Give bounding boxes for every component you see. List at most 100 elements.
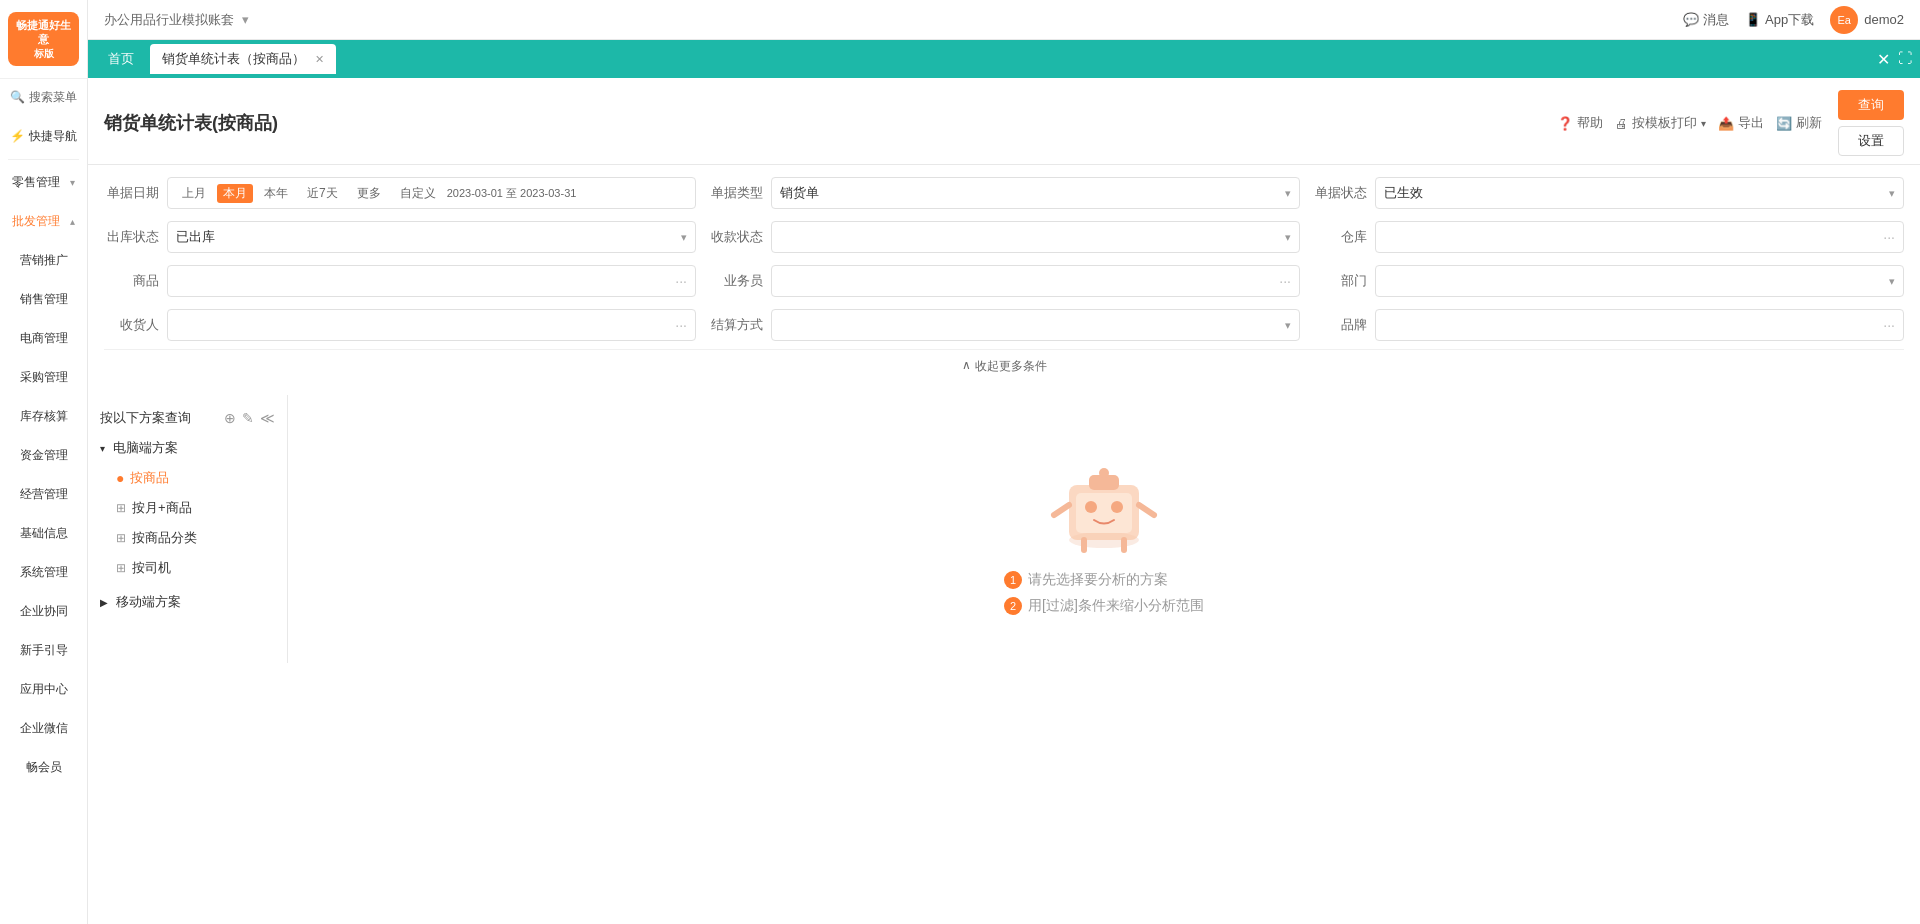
- tab-sales-stats[interactable]: 销货单统计表（按商品） ✕: [150, 44, 336, 74]
- table-icon: ⊞: [116, 561, 126, 575]
- sidebar-item-enterprise[interactable]: 企业协同: [4, 593, 83, 630]
- logo-text: 畅捷通好生意 标版: [8, 12, 79, 66]
- warehouse-control[interactable]: ···: [1375, 221, 1904, 253]
- settings-button[interactable]: 设置: [1838, 126, 1904, 156]
- sidebar-item-ecommerce[interactable]: 电商管理: [4, 320, 83, 357]
- last7days-btn[interactable]: 近7天: [299, 183, 346, 204]
- radio-selected-icon: ●: [116, 470, 124, 486]
- sidebar-item-purchase[interactable]: 采购管理: [4, 359, 83, 396]
- sidebar-logo: 畅捷通好生意 标版: [0, 0, 87, 79]
- sidebar-quick-nav[interactable]: ⚡ 快捷导航: [4, 118, 83, 155]
- tip-num-1: 1: [1004, 571, 1022, 589]
- chevron-down-icon: ▾: [100, 443, 105, 454]
- left-panel-header: 按以下方案查询 ⊕ ✎ ≪: [88, 403, 287, 433]
- last-month-btn[interactable]: 上月: [174, 183, 214, 204]
- bill-status-control[interactable]: 已生效 ▾: [1375, 177, 1904, 209]
- more-btn[interactable]: 更多: [349, 183, 389, 204]
- filter-receiver: 收货人 ···: [104, 309, 696, 341]
- dots-icon[interactable]: ···: [675, 317, 687, 333]
- chevron-down-icon: ▾: [681, 231, 687, 244]
- dots-icon[interactable]: ···: [1883, 317, 1895, 333]
- receiver-control[interactable]: ···: [167, 309, 696, 341]
- filter-warehouse: 仓库 ···: [1312, 221, 1904, 253]
- brand-control[interactable]: ···: [1375, 309, 1904, 341]
- right-actions: 查询 设置: [1838, 90, 1904, 156]
- collapse-panel-btn[interactable]: ≪: [260, 410, 275, 426]
- help-icon: ❓: [1557, 116, 1573, 131]
- product-label: 商品: [104, 272, 159, 290]
- receiver-label: 收货人: [104, 316, 159, 334]
- bill-type-control[interactable]: 销货单 ▾: [771, 177, 1300, 209]
- query-button[interactable]: 查询: [1838, 90, 1904, 120]
- sidebar-item-finance[interactable]: 资金管理: [4, 437, 83, 474]
- app-download-btn[interactable]: 📱 App下载: [1745, 11, 1814, 29]
- tree-item-by-printer[interactable]: ⊞ 按司机: [88, 553, 287, 583]
- sidebar-item-marketing[interactable]: 营销推广: [4, 242, 83, 279]
- dropdown-icon[interactable]: ▾: [242, 12, 249, 27]
- this-year-btn[interactable]: 本年: [256, 183, 296, 204]
- empty-tip-2: 2 用[过滤]条件来缩小分析范围: [1004, 597, 1204, 615]
- help-btn[interactable]: ❓ 帮助: [1557, 114, 1603, 132]
- print-btn[interactable]: 🖨 按模板打印 ▾: [1615, 114, 1706, 132]
- date-control[interactable]: 上月 本月 本年 近7天 更多 自定义 2023-03-01 至 2023-03…: [167, 177, 696, 209]
- refresh-btn[interactable]: 🔄 刷新: [1776, 114, 1822, 132]
- table-icon: ⊞: [116, 501, 126, 515]
- tab-home[interactable]: 首页: [96, 44, 146, 74]
- sidebar-item-operation[interactable]: 经营管理: [4, 476, 83, 513]
- tree-item-by-category[interactable]: ⊞ 按商品分类: [88, 523, 287, 553]
- svg-line-7: [1054, 505, 1069, 515]
- warehouse-status-control[interactable]: 已出库 ▾: [167, 221, 696, 253]
- sidebar-item-sales[interactable]: 销售管理: [4, 281, 83, 318]
- dots-icon[interactable]: ···: [1883, 229, 1895, 245]
- message-btn[interactable]: 💬 消息: [1683, 11, 1729, 29]
- sidebar-item-basic[interactable]: 基础信息: [4, 515, 83, 552]
- user-profile-btn[interactable]: Ea demo2: [1830, 6, 1904, 34]
- this-month-btn[interactable]: 本月: [217, 184, 253, 203]
- collapse-bar[interactable]: ∧ 收起更多条件: [104, 349, 1904, 383]
- close-window-icon[interactable]: ✕: [1877, 50, 1890, 69]
- edit-scheme-btn[interactable]: ✎: [242, 410, 254, 426]
- sidebar: 畅捷通好生意 标版 🔍 搜索菜单 ⚡ 快捷导航 零售管理 ▾ 批发管理 ▴ 营销…: [0, 0, 88, 924]
- empty-tip-1: 1 请先选择要分析的方案: [1004, 571, 1204, 589]
- export-btn[interactable]: 📤 导出: [1718, 114, 1764, 132]
- filter-department: 部门 ▾: [1312, 265, 1904, 297]
- grid-icon: ⚡: [10, 129, 25, 143]
- chevron-up-icon: ∧: [962, 358, 971, 375]
- chevron-down-icon: ▾: [1285, 187, 1291, 200]
- sidebar-item-member[interactable]: 畅会员: [4, 749, 83, 786]
- sidebar-item-inventory[interactable]: 库存核算: [4, 398, 83, 435]
- sidebar-item-wholesale[interactable]: 批发管理 ▴: [4, 203, 83, 240]
- filter-receipt-status: 收款状态 ▾: [708, 221, 1300, 253]
- content-area: 按以下方案查询 ⊕ ✎ ≪ ▾ 电脑端方案 ● 按商品: [88, 395, 1920, 663]
- custom-btn[interactable]: 自定义: [392, 183, 444, 204]
- dots-icon[interactable]: ···: [1279, 273, 1291, 289]
- tab-close-icon[interactable]: ✕: [315, 53, 324, 66]
- receipt-status-control[interactable]: ▾: [771, 221, 1300, 253]
- left-panel-icons: ⊕ ✎ ≪: [224, 410, 275, 426]
- filter-area: 单据日期 上月 本月 本年 近7天 更多 自定义 2023-03-01 至: [88, 164, 1920, 395]
- sidebar-item-wechat[interactable]: 企业微信: [4, 710, 83, 747]
- department-control[interactable]: ▾: [1375, 265, 1904, 297]
- page-actions: ❓ 帮助 🖨 按模板打印 ▾ 📤 导出 🔄: [1557, 114, 1822, 132]
- export-icon: 📤: [1718, 116, 1734, 131]
- product-control[interactable]: ···: [167, 265, 696, 297]
- add-scheme-btn[interactable]: ⊕: [224, 410, 236, 426]
- tree-item-by-product[interactable]: ● 按商品: [88, 463, 287, 493]
- print-icon: 🖨: [1615, 116, 1628, 131]
- payment-method-control[interactable]: ▾: [771, 309, 1300, 341]
- sidebar-item-system[interactable]: 系统管理: [4, 554, 83, 591]
- dots-icon[interactable]: ···: [675, 273, 687, 289]
- payment-method-label: 结算方式: [708, 316, 763, 334]
- sidebar-search-btn[interactable]: 🔍 搜索菜单: [0, 79, 87, 116]
- sidebar-item-retail[interactable]: 零售管理 ▾: [4, 164, 83, 201]
- maximize-window-icon[interactable]: ⛶: [1898, 50, 1912, 69]
- message-icon: 💬: [1683, 12, 1699, 27]
- tree-item-by-month-product[interactable]: ⊞ 按月+商品: [88, 493, 287, 523]
- sidebar-item-guide[interactable]: 新手引导: [4, 632, 83, 669]
- salesperson-control[interactable]: ···: [771, 265, 1300, 297]
- brand-label: 品牌: [1312, 316, 1367, 334]
- avatar: Ea: [1830, 6, 1858, 34]
- page-title-bar: 销货单统计表(按商品) ❓ 帮助 🖨 按模板打印 ▾ 📤: [88, 78, 1920, 164]
- sidebar-item-appstore[interactable]: 应用中心: [4, 671, 83, 708]
- tab-bar: 首页 销货单统计表（按商品） ✕ ✕ ⛶: [88, 40, 1920, 78]
